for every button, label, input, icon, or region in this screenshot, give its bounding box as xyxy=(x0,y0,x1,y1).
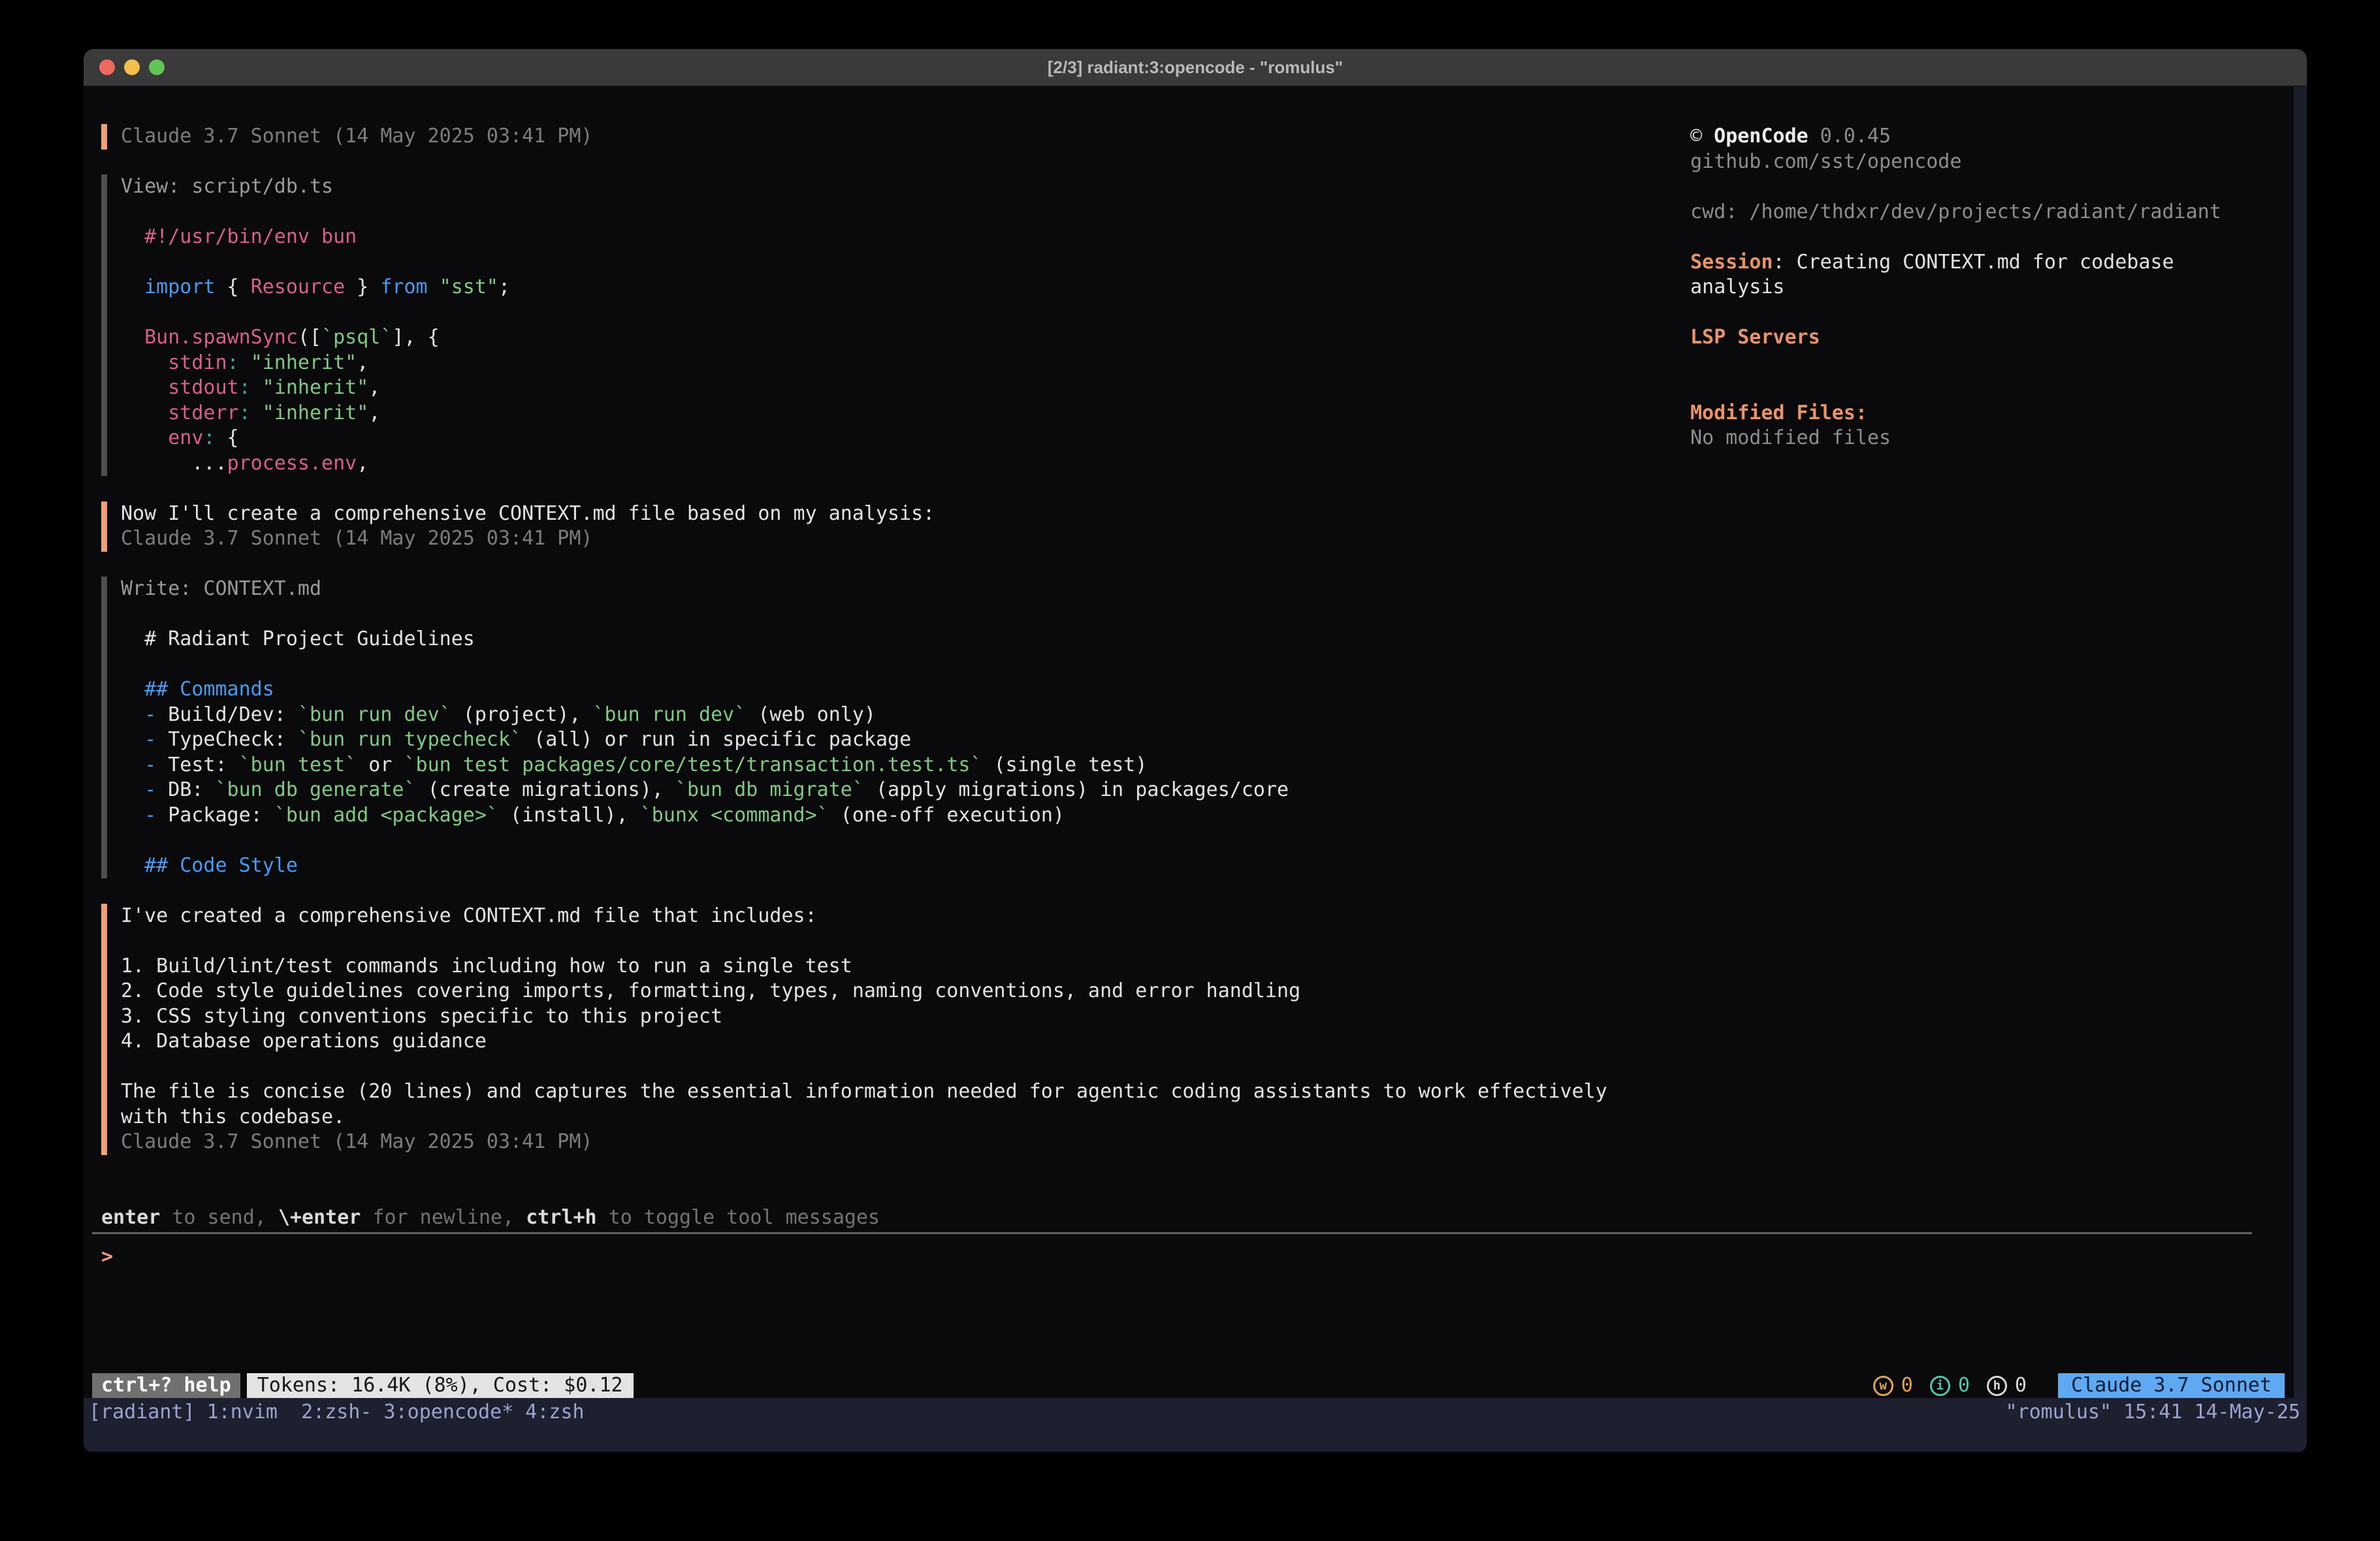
message-line: with this codebase. xyxy=(121,1105,2252,1130)
tmux-windows-list[interactable]: [radiant] 1:nvim 2:zsh- 3:opencode* 4:zs… xyxy=(89,1400,585,1425)
message-line: 3. CSS styling conventions specific to t… xyxy=(121,1004,2252,1030)
close-window-icon[interactable] xyxy=(99,59,115,75)
assistant-message: Now I'll create a comprehensive CONTEXT.… xyxy=(101,501,2252,552)
markdown-line: # Radiant Project Guidelines xyxy=(121,627,2252,652)
info-icon: i xyxy=(1930,1376,1950,1396)
tool-call-title: Write: CONTEXT.md xyxy=(121,577,2252,602)
modified-files-heading: Modified Files: xyxy=(1690,401,2294,426)
code-line: ...process.env, xyxy=(121,451,2252,477)
assistant-message: I've created a comprehensive CONTEXT.md … xyxy=(101,904,2252,1155)
message-line: 4. Database operations guidance xyxy=(121,1029,2252,1055)
diagnostic-hints: h 0 xyxy=(1987,1373,2027,1399)
markdown-line: - DB: `bun db generate` (create migratio… xyxy=(121,778,2252,803)
status-right-group: w 0 i 0 h 0 Claude 3.7 Sonnet xyxy=(1873,1373,2285,1399)
app-title: © OpenCode 0.0.45 xyxy=(1690,124,2294,150)
hint-count: 0 xyxy=(2015,1373,2027,1399)
session-title-wrap: analysis xyxy=(1690,275,2294,300)
keybind-hints: enter to send, \+enter for newline, ctrl… xyxy=(101,1205,2252,1231)
message-line: Now I'll create a comprehensive CONTEXT.… xyxy=(121,501,2252,527)
markdown-line: - TypeCheck: `bun run typecheck` (all) o… xyxy=(121,727,2252,753)
message-meta-line: Claude 3.7 Sonnet (14 May 2025 03:41 PM) xyxy=(121,1130,2252,1155)
window-title: [2/3] radiant:3:opencode - "romulus" xyxy=(1048,57,1343,78)
warning-icon: w xyxy=(1873,1376,1893,1396)
terminal-window: [2/3] radiant:3:opencode - "romulus" Cla… xyxy=(84,49,2307,1453)
session-title: Session: Creating CONTEXT.md for codebas… xyxy=(1690,250,2294,276)
help-keybind-chip[interactable]: ctrl+? help xyxy=(92,1373,240,1398)
tmux-status-bar: [radiant] 1:nvim 2:zsh- 3:opencode* 4:zs… xyxy=(84,1398,2307,1452)
terminal-content: Claude 3.7 Sonnet (14 May 2025 03:41 PM)… xyxy=(84,87,2307,1452)
minimize-window-icon[interactable] xyxy=(124,59,140,75)
info-count: 0 xyxy=(1958,1373,1970,1399)
info-sidebar: © OpenCode 0.0.45 github.com/sst/opencod… xyxy=(1690,124,2294,451)
input-separator xyxy=(92,1232,2252,1234)
markdown-line: - Package: `bun add <package>` (install)… xyxy=(121,803,2252,829)
message-line: 2. Code style guidelines covering import… xyxy=(121,979,2252,1004)
model-badge[interactable]: Claude 3.7 Sonnet xyxy=(2058,1373,2285,1398)
message-line: I've created a comprehensive CONTEXT.md … xyxy=(121,904,2252,929)
message-line: 1. Build/lint/test commands including ho… xyxy=(121,954,2252,979)
repo-link[interactable]: github.com/sst/opencode xyxy=(1690,150,2294,175)
opencode-status-bar: ctrl+? help Tokens: 16.4K (8%), Cost: $0… xyxy=(92,1373,2285,1398)
prompt-input[interactable]: > xyxy=(101,1245,2252,1270)
markdown-line: - Build/Dev: `bun run dev` (project), `b… xyxy=(121,703,2252,728)
tmux-session-clock: "romulus" 15:41 14-May-25 xyxy=(2005,1400,2300,1425)
window-titlebar[interactable]: [2/3] radiant:3:opencode - "romulus" xyxy=(84,49,2307,87)
terminal-right-gutter xyxy=(2294,87,2307,1452)
cwd-path: cwd: /home/thdxr/dev/projects/radiant/ra… xyxy=(1690,200,2294,225)
message-line: The file is concise (20 lines) and captu… xyxy=(121,1079,2252,1105)
modified-files-empty: No modified files xyxy=(1690,426,2294,451)
lsp-servers-heading: LSP Servers xyxy=(1690,325,2294,351)
zoom-window-icon[interactable] xyxy=(149,59,165,75)
traffic-lights xyxy=(99,49,165,86)
message-meta-line: Claude 3.7 Sonnet (14 May 2025 03:41 PM) xyxy=(121,526,2252,552)
markdown-line: - Test: `bun test` or `bun test packages… xyxy=(121,753,2252,778)
warning-count: 0 xyxy=(1901,1373,1913,1399)
hint-icon: h xyxy=(1987,1376,2007,1396)
tokens-cost-chip: Tokens: 16.4K (8%), Cost: $0.12 xyxy=(247,1373,634,1398)
diagnostic-warnings: w 0 xyxy=(1873,1373,1913,1399)
diagnostic-info: i 0 xyxy=(1930,1373,1970,1399)
markdown-line: ## Code Style xyxy=(121,853,2252,879)
tool-call-write-block: Write: CONTEXT.md # Radiant Project Guid… xyxy=(101,577,2252,878)
markdown-line: ## Commands xyxy=(121,677,2252,703)
